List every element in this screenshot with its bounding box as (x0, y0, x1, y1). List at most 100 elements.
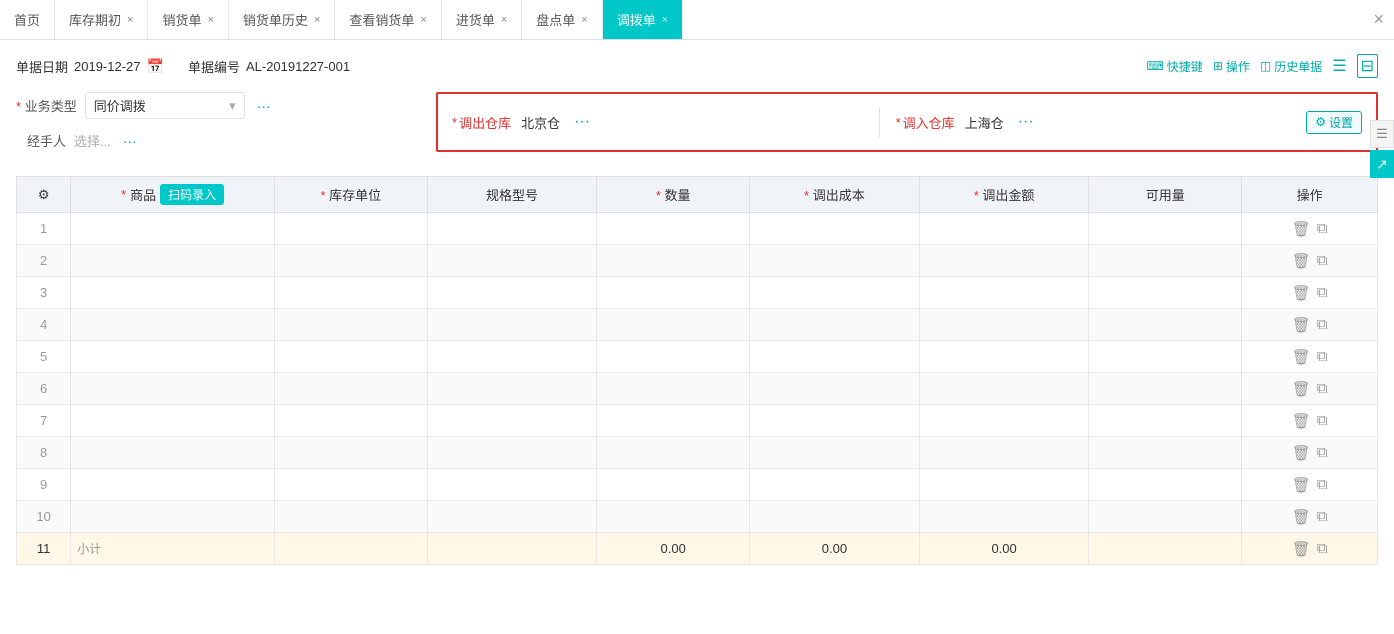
business-type-more-btn[interactable]: ··· (257, 98, 271, 114)
cell-available-2[interactable] (1089, 245, 1242, 277)
cell-cost-5[interactable] (750, 341, 920, 373)
delete-subtotal-icon[interactable]: 🗑 (1292, 540, 1311, 558)
close-tab-view-sales[interactable]: × (420, 14, 426, 26)
cell-available-8[interactable] (1089, 437, 1242, 469)
cell-amount-1[interactable] (919, 213, 1089, 245)
right-panel-list-btn[interactable]: ☰ (1370, 120, 1394, 148)
cell-cost-9[interactable] (750, 469, 920, 501)
delete-row-5-icon[interactable]: 🗑 (1292, 348, 1311, 366)
delete-row-2-icon[interactable]: 🗑 (1292, 252, 1311, 270)
transfer-in-value[interactable]: 上海仓 (965, 113, 1004, 132)
close-tab-transfer-order[interactable]: × (662, 14, 668, 26)
delete-row-3-icon[interactable]: 🗑 (1292, 284, 1311, 302)
cell-unit-1[interactable] (274, 213, 427, 245)
cell-amount-7[interactable] (919, 405, 1089, 437)
cell-product-1[interactable] (71, 213, 275, 245)
cell-amount-4[interactable] (919, 309, 1089, 341)
copy-row-5-icon[interactable]: ⧉ (1317, 348, 1328, 365)
cell-spec-3[interactable] (427, 277, 597, 309)
delete-row-4-icon[interactable]: 🗑 (1292, 316, 1311, 334)
cell-unit-4[interactable] (274, 309, 427, 341)
cell-quantity-2[interactable] (597, 245, 750, 277)
cell-quantity-8[interactable] (597, 437, 750, 469)
cell-product-10[interactable] (71, 501, 275, 533)
cell-cost-8[interactable] (750, 437, 920, 469)
copy-row-6-icon[interactable]: ⧉ (1317, 380, 1328, 397)
cell-amount-6[interactable] (919, 373, 1089, 405)
cell-available-1[interactable] (1089, 213, 1242, 245)
cell-spec-8[interactable] (427, 437, 597, 469)
cell-cost-4[interactable] (750, 309, 920, 341)
tab-view-sales[interactable]: 查看销货单 × (335, 0, 441, 40)
cell-product-4[interactable] (71, 309, 275, 341)
settings-button[interactable]: ⚙ 设置 (1306, 111, 1362, 134)
close-tab-inventory-check[interactable]: × (581, 14, 587, 26)
close-tab-sales-order[interactable]: × (207, 14, 213, 26)
delete-row-10-icon[interactable]: 🗑 (1292, 508, 1311, 526)
close-tab-inventory-init[interactable]: × (127, 14, 133, 26)
cell-amount-10[interactable] (919, 501, 1089, 533)
business-type-select[interactable]: 同价调拨 ▾ (85, 92, 245, 119)
cell-unit-9[interactable] (274, 469, 427, 501)
transfer-in-more-btn[interactable]: ··· (1018, 113, 1034, 131)
tab-purchase-order[interactable]: 进货单 × (442, 0, 522, 40)
copy-row-2-icon[interactable]: ⧉ (1317, 252, 1328, 269)
cell-amount-5[interactable] (919, 341, 1089, 373)
view-toggle-list[interactable]: ☰ (1332, 56, 1346, 76)
scan-entry-button[interactable]: 扫码录入 (160, 184, 224, 205)
shortcuts-btn[interactable]: ⌨ 快捷键 (1146, 58, 1202, 75)
copy-row-9-icon[interactable]: ⧉ (1317, 476, 1328, 493)
copy-row-3-icon[interactable]: ⧉ (1317, 284, 1328, 301)
delete-row-6-icon[interactable]: 🗑 (1292, 380, 1311, 398)
cell-product-3[interactable] (71, 277, 275, 309)
cell-available-3[interactable] (1089, 277, 1242, 309)
cell-spec-4[interactable] (427, 309, 597, 341)
cell-available-5[interactable] (1089, 341, 1242, 373)
cell-unit-8[interactable] (274, 437, 427, 469)
cell-product-8[interactable] (71, 437, 275, 469)
copy-subtotal-icon[interactable]: ⧉ (1317, 540, 1328, 557)
tab-sales-history[interactable]: 销货单历史 × (229, 0, 335, 40)
cell-spec-5[interactable] (427, 341, 597, 373)
cell-product-5[interactable] (71, 341, 275, 373)
transfer-out-more-btn[interactable]: ··· (574, 113, 590, 131)
cell-spec-9[interactable] (427, 469, 597, 501)
handler-more-btn[interactable]: ··· (123, 133, 137, 149)
cell-quantity-9[interactable] (597, 469, 750, 501)
cell-cost-6[interactable] (750, 373, 920, 405)
th-gear[interactable]: ⚙ (17, 177, 71, 213)
delete-row-1-icon[interactable]: 🗑 (1292, 220, 1311, 238)
cell-product-9[interactable] (71, 469, 275, 501)
close-all-tabs[interactable]: × (1363, 0, 1394, 40)
delete-row-9-icon[interactable]: 🗑 (1292, 476, 1311, 494)
cell-cost-3[interactable] (750, 277, 920, 309)
cell-amount-8[interactable] (919, 437, 1089, 469)
close-tab-purchase-order[interactable]: × (501, 14, 507, 26)
cell-quantity-5[interactable] (597, 341, 750, 373)
cell-unit-2[interactable] (274, 245, 427, 277)
cell-available-7[interactable] (1089, 405, 1242, 437)
cell-unit-6[interactable] (274, 373, 427, 405)
close-tab-sales-history[interactable]: × (314, 14, 320, 26)
cell-available-10[interactable] (1089, 501, 1242, 533)
cell-quantity-3[interactable] (597, 277, 750, 309)
calendar-icon[interactable]: 📅 (147, 58, 164, 75)
cell-unit-5[interactable] (274, 341, 427, 373)
cell-cost-7[interactable] (750, 405, 920, 437)
cell-amount-3[interactable] (919, 277, 1089, 309)
cell-available-9[interactable] (1089, 469, 1242, 501)
tab-sales-order[interactable]: 销货单 × (148, 0, 228, 40)
cell-cost-2[interactable] (750, 245, 920, 277)
cell-quantity-7[interactable] (597, 405, 750, 437)
copy-row-7-icon[interactable]: ⧉ (1317, 412, 1328, 429)
cell-amount-2[interactable] (919, 245, 1089, 277)
copy-row-8-icon[interactable]: ⧉ (1317, 444, 1328, 461)
cell-available-6[interactable] (1089, 373, 1242, 405)
delete-row-7-icon[interactable]: 🗑 (1292, 412, 1311, 430)
cell-product-7[interactable] (71, 405, 275, 437)
cell-spec-2[interactable] (427, 245, 597, 277)
cell-unit-7[interactable] (274, 405, 427, 437)
cell-spec-7[interactable] (427, 405, 597, 437)
cell-amount-9[interactable] (919, 469, 1089, 501)
right-panel-export-btn[interactable]: ↗ (1370, 150, 1394, 178)
